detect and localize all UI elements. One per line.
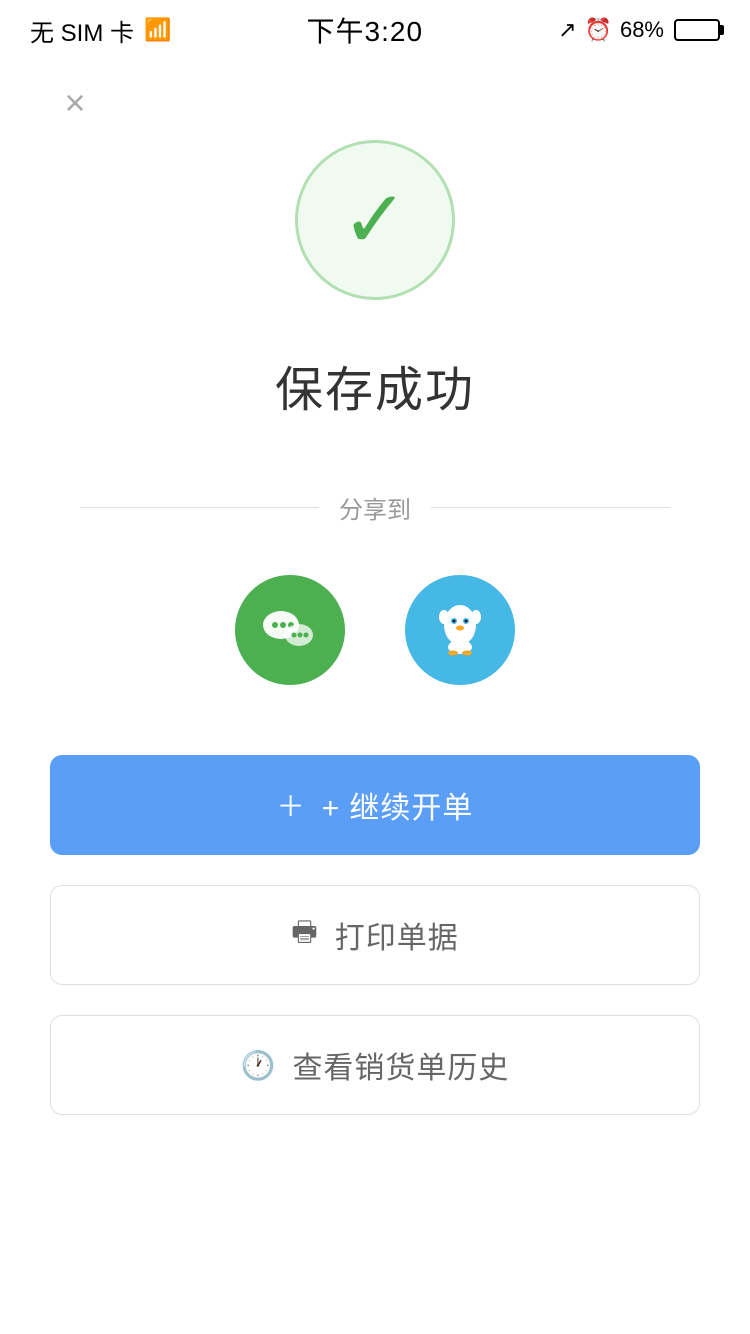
print-icon: 🖶 [291,911,318,959]
status-left: 无 SIM 卡 📶 [30,13,171,48]
history-label: 查看销货单历史 [292,1043,509,1087]
share-divider-row: 分享到 [0,490,750,525]
main-content: ✓ 保存成功 分享到 [0,60,750,1115]
qq-icon [425,595,495,665]
divider-right [431,507,670,508]
no-sim-text: 无 SIM 卡 [30,13,134,48]
action-buttons: ＋ + 继续开单 🖶 打印单据 🕐 查看销货单历史 [0,755,750,1115]
continue-order-button[interactable]: ＋ + 继续开单 [50,755,700,855]
share-icons [235,575,515,685]
success-title: 保存成功 [275,350,475,420]
status-right: ↗ ⏰ 68% [558,17,720,43]
success-circle: ✓ [295,140,455,300]
divider-left [80,507,319,508]
wechat-icon [255,595,325,665]
share-label: 分享到 [319,490,431,525]
wifi-icon: 📶 [144,17,171,43]
plus-icon: ＋ [277,785,306,825]
continue-order-label: + 继续开单 [322,783,474,827]
alarm-icon: ⏰ [585,17,612,43]
wechat-share-button[interactable] [235,575,345,685]
clock-icon: 🕐 [241,1049,277,1082]
close-icon: × [64,85,85,121]
print-label: 打印单据 [335,913,459,957]
status-time: 下午3:20 [307,10,424,50]
close-button[interactable]: × [50,78,100,128]
history-button[interactable]: 🕐 查看销货单历史 [50,1015,700,1115]
qq-share-button[interactable] [405,575,515,685]
location-icon: ↗ [558,17,576,43]
battery-percent: 68% [620,17,664,43]
battery-icon [674,19,720,41]
status-bar: 无 SIM 卡 📶 下午3:20 ↗ ⏰ 68% [0,0,750,60]
print-button[interactable]: 🖶 打印单据 [50,885,700,985]
checkmark-icon: ✓ [341,180,408,260]
